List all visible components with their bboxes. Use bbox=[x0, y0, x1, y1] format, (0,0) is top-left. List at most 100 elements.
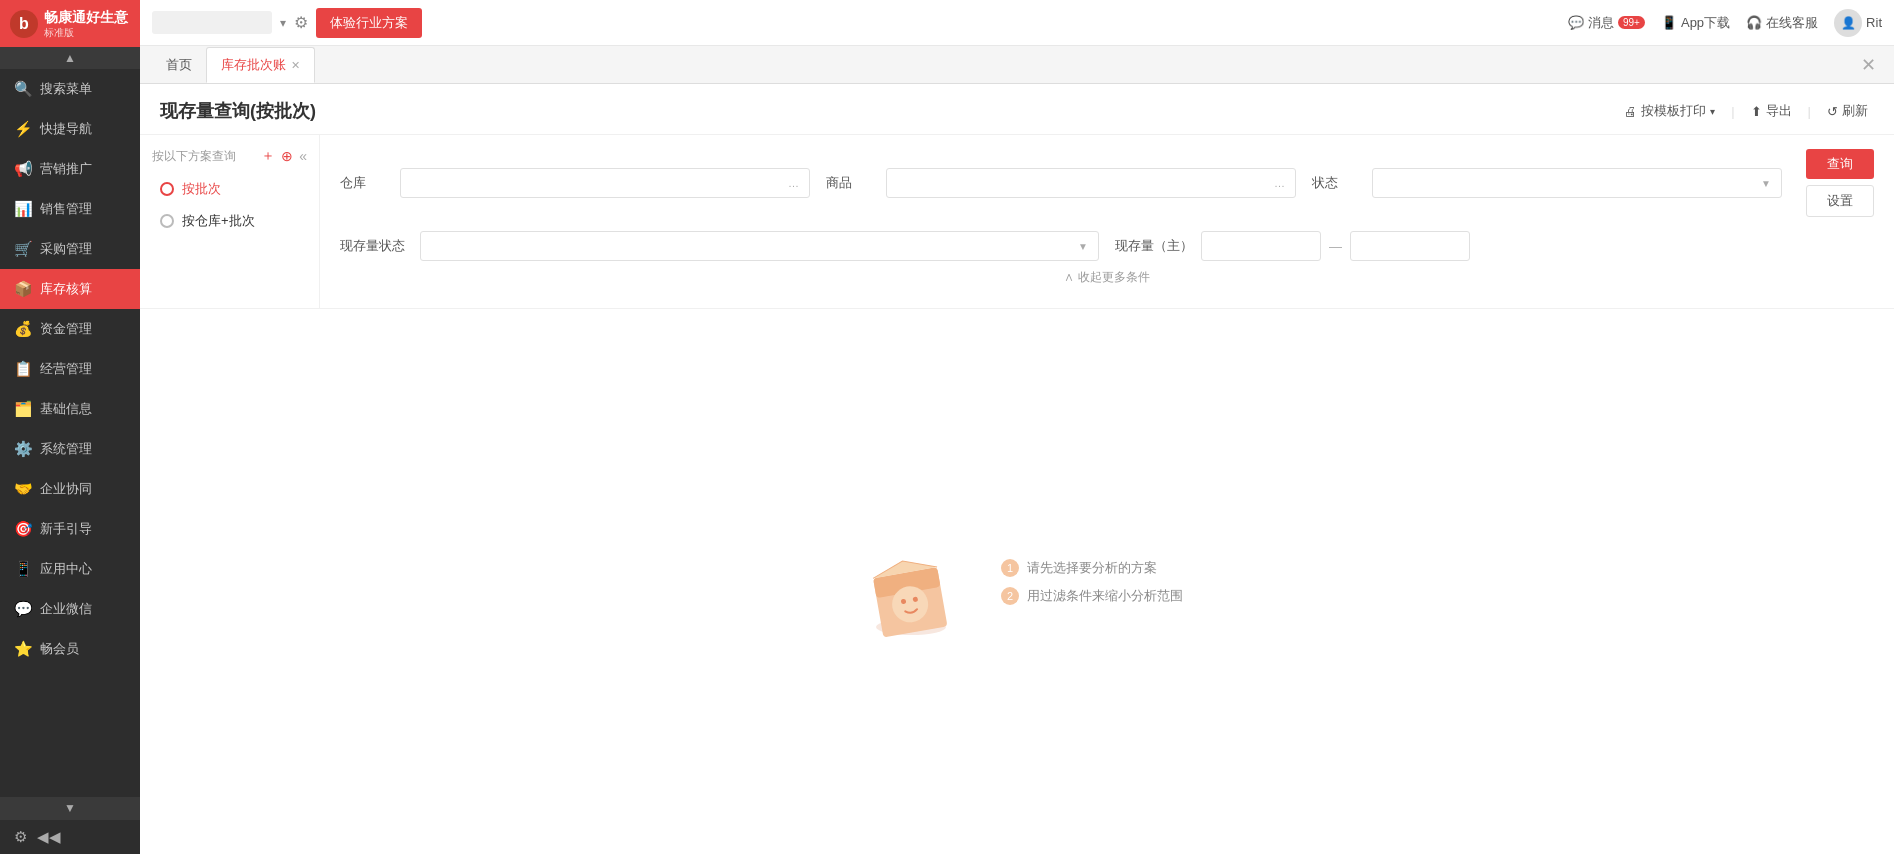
sidebar-scroll-up[interactable]: ▲ bbox=[0, 47, 140, 69]
empty-hint-2: 2 用过滤条件来缩小分析范围 bbox=[1001, 587, 1183, 605]
tab-batch[interactable]: 库存批次账 ✕ bbox=[206, 47, 315, 83]
sidebar-item-wechat[interactable]: 💬 企业微信 bbox=[0, 589, 140, 629]
avatar: 👤 bbox=[1834, 9, 1862, 37]
collapse-sidebar-icon[interactable]: ◀◀ bbox=[37, 828, 61, 846]
member-icon: ⭐ bbox=[14, 640, 32, 658]
quantity-field: 现存量（主） — bbox=[1115, 231, 1874, 261]
sidebar-header: b 畅康通好生意 标准版 bbox=[0, 0, 140, 47]
query-button[interactable]: 查询 bbox=[1806, 149, 1874, 179]
inventory-icon: 📦 bbox=[14, 280, 32, 298]
operations-icon: 📋 bbox=[14, 360, 32, 378]
empty-svg bbox=[851, 522, 971, 642]
sidebar-scroll-down[interactable]: ▼ bbox=[0, 797, 140, 819]
apps-icon: 📱 bbox=[14, 560, 32, 578]
marketing-icon: 📢 bbox=[14, 160, 32, 178]
inventory-status-chevron-icon: ▼ bbox=[1078, 241, 1088, 252]
app-download-item[interactable]: 📱 App下载 bbox=[1661, 14, 1730, 32]
scheme-item-by-warehouse-batch[interactable]: 按仓库+批次 bbox=[140, 205, 319, 237]
purchase-icon: 🛒 bbox=[14, 240, 32, 258]
wechat-icon: 💬 bbox=[14, 600, 32, 618]
left-panel: 按以下方案查询 ＋ ⊕ « 按批次 按仓库+批次 bbox=[140, 135, 320, 308]
topbar-right: 💬 消息 99+ 📱 App下载 🎧 在线客服 👤 Rit bbox=[1568, 9, 1882, 37]
tab-home[interactable]: 首页 bbox=[152, 48, 206, 82]
page-actions: 🖨 按模板打印 ▾ | ⬆ 导出 | ↺ 刷新 bbox=[1618, 98, 1874, 124]
sidebar: b 畅康通好生意 标准版 ▲ 🔍 搜索菜单 ⚡ 快捷导航 📢 营销推广 📊 销售… bbox=[0, 0, 140, 854]
empty-hint-1: 1 请先选择要分析的方案 bbox=[1001, 559, 1183, 577]
sidebar-item-purchase[interactable]: 🛒 采购管理 bbox=[0, 229, 140, 269]
topbar: ▾ ⚙ 体验行业方案 💬 消息 99+ 📱 App下载 🎧 在线客服 👤 Rit bbox=[140, 0, 1894, 46]
status-chevron-icon: ▼ bbox=[1761, 178, 1771, 189]
scheme-item-by-batch[interactable]: 按批次 bbox=[140, 173, 319, 205]
filter-panel: 按以下方案查询 ＋ ⊕ « 按批次 按仓库+批次 bbox=[140, 135, 1894, 309]
panel-close-icon[interactable]: ✕ bbox=[1855, 54, 1882, 76]
product-field: 商品 … bbox=[826, 168, 1296, 198]
messages-item[interactable]: 💬 消息 99+ bbox=[1568, 14, 1645, 32]
sidebar-item-search[interactable]: 🔍 搜索菜单 bbox=[0, 69, 140, 109]
app-logo: b bbox=[10, 10, 38, 38]
sidebar-item-basic[interactable]: 🗂️ 基础信息 bbox=[0, 389, 140, 429]
sidebar-item-inventory[interactable]: 📦 库存核算 bbox=[0, 269, 140, 309]
search-icon: 🔍 bbox=[14, 80, 32, 98]
content-area: 现存量查询(按批次) 🖨 按模板打印 ▾ | ⬆ 导出 | ↺ 刷新 bbox=[140, 84, 1894, 854]
industry-solution-button[interactable]: 体验行业方案 bbox=[316, 8, 422, 38]
quantity-min-input[interactable] bbox=[1201, 231, 1321, 261]
empty-hints: 1 请先选择要分析的方案 2 用过滤条件来缩小分析范围 bbox=[1001, 559, 1183, 605]
sidebar-item-operations[interactable]: 📋 经营管理 bbox=[0, 349, 140, 389]
warehouse-input[interactable]: … bbox=[400, 168, 810, 198]
right-filter: 仓库 … 商品 … 状态 bbox=[320, 135, 1894, 308]
export-button[interactable]: ⬆ 导出 bbox=[1745, 98, 1798, 124]
page-title: 现存量查询(按批次) bbox=[160, 99, 316, 123]
sidebar-item-newuser[interactable]: 🎯 新手引导 bbox=[0, 509, 140, 549]
topbar-gear-icon[interactable]: ⚙ bbox=[294, 13, 308, 32]
sidebar-item-member[interactable]: ⭐ 畅会员 bbox=[0, 629, 140, 669]
sidebar-item-enterprise[interactable]: 🤝 企业协同 bbox=[0, 469, 140, 509]
tab-close-icon[interactable]: ✕ bbox=[291, 59, 300, 72]
topbar-search-input[interactable] bbox=[152, 11, 272, 34]
add-scheme-icon[interactable]: ＋ bbox=[261, 147, 275, 165]
quicknav-icon: ⚡ bbox=[14, 120, 32, 138]
tab-bar: 首页 库存批次账 ✕ ✕ bbox=[140, 46, 1894, 84]
system-icon: ⚙️ bbox=[14, 440, 32, 458]
filter-row-1: 仓库 … 商品 … 状态 bbox=[340, 149, 1874, 217]
print-icon: 🖨 bbox=[1624, 104, 1637, 119]
status-field: 状态 ▼ bbox=[1312, 168, 1782, 198]
topbar-chevron-icon[interactable]: ▾ bbox=[280, 16, 286, 30]
inventory-status-field: 现存量状态 ▼ bbox=[340, 231, 1099, 261]
sidebar-item-sales[interactable]: 📊 销售管理 bbox=[0, 189, 140, 229]
finance-icon: 💰 bbox=[14, 320, 32, 338]
refresh-icon: ↺ bbox=[1827, 104, 1838, 119]
sidebar-item-apps[interactable]: 📱 应用中心 bbox=[0, 549, 140, 589]
quantity-max-input[interactable] bbox=[1350, 231, 1470, 261]
warehouse-more-icon: … bbox=[788, 177, 799, 189]
page-header: 现存量查询(按批次) 🖨 按模板打印 ▾ | ⬆ 导出 | ↺ 刷新 bbox=[140, 84, 1894, 135]
inventory-status-select[interactable]: ▼ bbox=[420, 231, 1099, 261]
collapse-panel-icon[interactable]: « bbox=[299, 148, 307, 164]
scheme-radio-filled bbox=[160, 182, 174, 196]
headset-icon: 🎧 bbox=[1746, 15, 1762, 30]
main-area: ▾ ⚙ 体验行业方案 💬 消息 99+ 📱 App下载 🎧 在线客服 👤 Rit bbox=[140, 0, 1894, 854]
export-icon: ⬆ bbox=[1751, 104, 1762, 119]
settings-icon[interactable]: ⚙ bbox=[14, 828, 27, 846]
online-service-item[interactable]: 🎧 在线客服 bbox=[1746, 14, 1818, 32]
enterprise-icon: 🤝 bbox=[14, 480, 32, 498]
collapse-more-button[interactable]: ∧ 收起更多条件 bbox=[340, 261, 1874, 294]
sidebar-item-quicknav[interactable]: ⚡ 快捷导航 bbox=[0, 109, 140, 149]
left-panel-header: 按以下方案查询 ＋ ⊕ « bbox=[140, 147, 319, 173]
filter-row-2: 现存量状态 ▼ 现存量（主） — bbox=[340, 231, 1874, 261]
print-button[interactable]: 🖨 按模板打印 ▾ bbox=[1618, 98, 1721, 124]
status-select[interactable]: ▼ bbox=[1372, 168, 1782, 198]
basic-icon: 🗂️ bbox=[14, 400, 32, 418]
product-more-icon: … bbox=[1274, 177, 1285, 189]
warehouse-field: 仓库 … bbox=[340, 168, 810, 198]
product-input[interactable]: … bbox=[886, 168, 1296, 198]
settings-button[interactable]: 设置 bbox=[1806, 185, 1874, 217]
sidebar-item-finance[interactable]: 💰 资金管理 bbox=[0, 309, 140, 349]
sidebar-item-system[interactable]: ⚙️ 系统管理 bbox=[0, 429, 140, 469]
sidebar-item-marketing[interactable]: 📢 营销推广 bbox=[0, 149, 140, 189]
print-chevron-icon: ▾ bbox=[1710, 106, 1715, 117]
user-profile[interactable]: 👤 Rit bbox=[1834, 9, 1882, 37]
scheme-settings-icon[interactable]: ⊕ bbox=[281, 148, 293, 164]
collapse-more-icon: ∧ bbox=[1064, 270, 1074, 284]
refresh-button[interactable]: ↺ 刷新 bbox=[1821, 98, 1874, 124]
message-icon: 💬 bbox=[1568, 15, 1584, 30]
